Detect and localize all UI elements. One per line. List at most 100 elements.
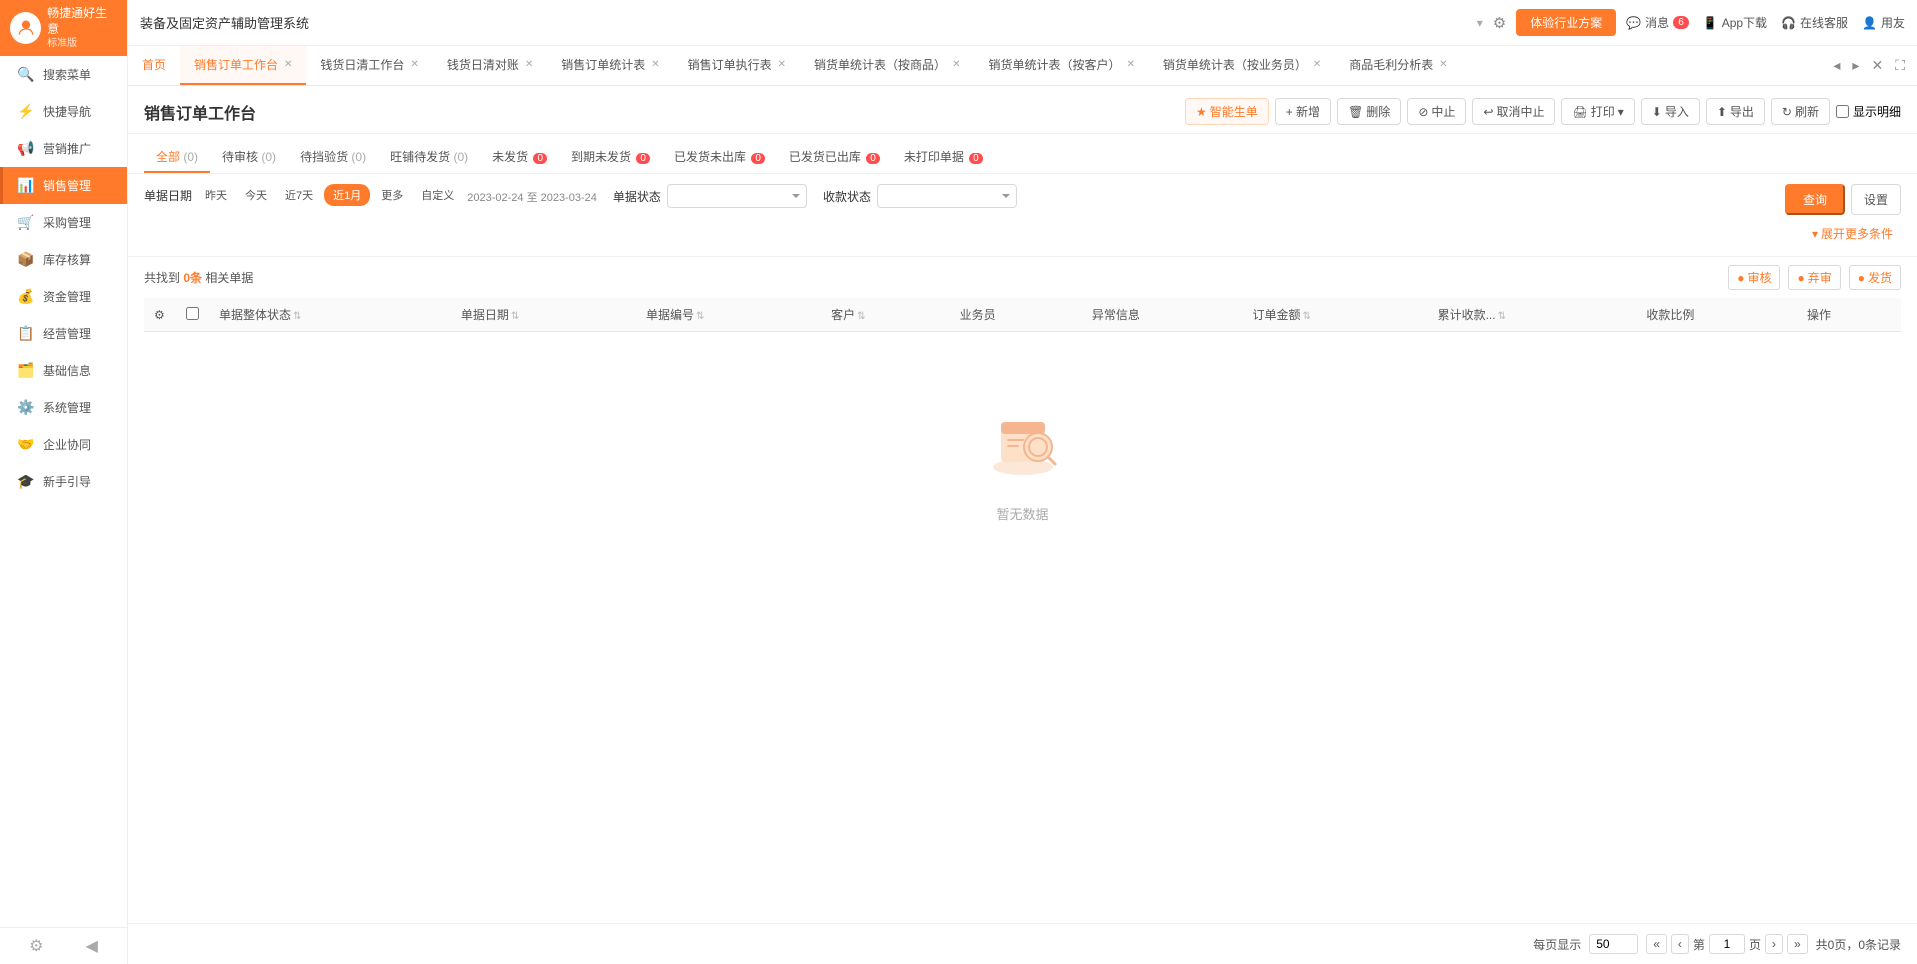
select-all-checkbox[interactable] bbox=[186, 307, 199, 320]
show-detail-toggle[interactable]: 显示明细 bbox=[1836, 103, 1901, 120]
app-download-btn[interactable]: 📱 App下载 bbox=[1703, 14, 1767, 31]
payment-filter-group: 收款状态 bbox=[823, 184, 1017, 208]
date-btn-yesterday[interactable]: 昨天 bbox=[198, 184, 234, 206]
sidebar-item-guide[interactable]: 🎓 新手引导 bbox=[0, 463, 127, 500]
message-btn[interactable]: 💬 消息 6 bbox=[1626, 14, 1689, 31]
payment-select[interactable] bbox=[877, 184, 1017, 208]
sidebar-item-base[interactable]: 🗂️ 基础信息 bbox=[0, 352, 127, 389]
table-toolbar: 共找到 0条 相关单据 ● 审核 ● 弃审 ● 发货 bbox=[128, 257, 1917, 298]
export-btn[interactable]: ⬆ 导出 bbox=[1706, 98, 1765, 125]
th-gear[interactable]: ⚙ bbox=[144, 298, 176, 332]
date-btn-today[interactable]: 今天 bbox=[238, 184, 274, 206]
tab-close-cash-reconcile[interactable]: ✕ bbox=[525, 59, 533, 70]
sidebar-item-collab[interactable]: 🤝 企业协同 bbox=[0, 426, 127, 463]
expand-filters-btn[interactable]: ▾ 展开更多条件 bbox=[1804, 221, 1901, 246]
sidebar-item-marketing[interactable]: 📢 营销推广 bbox=[0, 130, 127, 167]
filter-tab-not-printed[interactable]: 未打印单据 0 bbox=[892, 142, 995, 173]
tab-close-sales-stats[interactable]: ✕ bbox=[651, 59, 659, 70]
topbar-dropdown-arrow[interactable]: ▾ bbox=[1477, 16, 1483, 30]
tab-close-sales-workbench[interactable]: ✕ bbox=[284, 59, 292, 70]
date-btn-custom[interactable]: 自定义 bbox=[414, 184, 461, 206]
tab-sales-workbench[interactable]: 销售订单工作台 ✕ bbox=[180, 46, 306, 85]
sidebar-item-ops[interactable]: 📋 经营管理 bbox=[0, 315, 127, 352]
online-service-btn[interactable]: 🎧 在线客服 bbox=[1781, 14, 1848, 31]
page-suffix-label: 页 bbox=[1749, 936, 1761, 953]
page-number-input[interactable] bbox=[1709, 934, 1745, 954]
page-prev-btn[interactable]: ‹ bbox=[1671, 934, 1689, 954]
date-btn-1month[interactable]: 近1月 bbox=[324, 184, 370, 206]
tabs-nav-prev[interactable]: ◂ bbox=[1829, 55, 1844, 76]
th-abnormal: 异常信息 bbox=[1082, 298, 1243, 332]
filter-tab-expired-not-shipped[interactable]: 到期未发货 0 bbox=[559, 142, 662, 173]
filter-tab-all[interactable]: 全部 (0) bbox=[144, 142, 210, 173]
sidebar-item-sales[interactable]: 📊 销售管理 bbox=[0, 167, 127, 204]
sidebar-item-system[interactable]: ⚙️ 系统管理 bbox=[0, 389, 127, 426]
sidebar-item-search[interactable]: 🔍 搜索菜单 bbox=[0, 56, 127, 93]
setting-btn[interactable]: 设置 bbox=[1851, 184, 1901, 215]
sidebar-settings-btn[interactable]: ⚙ bbox=[29, 936, 43, 956]
smart-create-btn[interactable]: ★ 智能生单 bbox=[1185, 98, 1269, 125]
tab-close-sales-summary-client[interactable]: ✕ bbox=[1126, 59, 1134, 70]
sidebar-item-finance[interactable]: 💰 资金管理 bbox=[0, 278, 127, 315]
user-menu-btn[interactable]: 👤 用友 bbox=[1862, 14, 1905, 31]
date-range-display: 2023-02-24 至 2023-03-24 bbox=[467, 192, 597, 204]
review-btn[interactable]: ● 审核 bbox=[1728, 265, 1780, 290]
tab-close-goods-margin[interactable]: ✕ bbox=[1439, 59, 1447, 70]
refresh-btn[interactable]: ↻ 刷新 bbox=[1771, 98, 1830, 125]
main-area: 装备及固定资产辅助管理系统 ▾ ⚙ 体验行业方案 💬 消息 6 📱 App下载 … bbox=[128, 0, 1917, 964]
marketing-icon: 📢 bbox=[17, 140, 35, 157]
cancel-stop-btn[interactable]: ↩ 取消中止 bbox=[1472, 98, 1555, 125]
status-select[interactable] bbox=[667, 184, 807, 208]
sidebar: 畅捷通好生意 标准版 🔍 搜索菜单 ⚡ 快捷导航 📢 营销推广 📊 销售管理 🛒… bbox=[0, 0, 128, 964]
import-btn[interactable]: ⬇ 导入 bbox=[1641, 98, 1700, 125]
page-first-btn[interactable]: « bbox=[1646, 934, 1667, 954]
tab-cash-daily[interactable]: 钱货日清工作台 ✕ bbox=[306, 46, 432, 85]
date-btn-7days[interactable]: 近7天 bbox=[278, 184, 320, 206]
per-page-select[interactable]: 50 20 100 bbox=[1589, 934, 1638, 954]
tab-goods-margin[interactable]: 商品毛利分析表 ✕ bbox=[1335, 46, 1461, 85]
tabs-nav-next[interactable]: ▸ bbox=[1848, 55, 1863, 76]
tabs-nav: ◂ ▸ ✕ ⛶ bbox=[1821, 55, 1917, 76]
filter-tab-pending-review[interactable]: 待审核 (0) bbox=[210, 142, 288, 173]
stop-icon: ⊘ bbox=[1418, 105, 1428, 119]
stop-btn[interactable]: ⊘ 中止 bbox=[1407, 98, 1466, 125]
tab-close-sales-exec[interactable]: ✕ bbox=[778, 59, 786, 70]
tabs-close-all[interactable]: ✕ bbox=[1867, 55, 1887, 76]
filter-tab-shipped-not-out[interactable]: 已发货未出库 0 bbox=[662, 142, 777, 173]
tab-sales-stats[interactable]: 销售订单统计表 ✕ bbox=[547, 46, 673, 85]
add-btn[interactable]: + 新增 bbox=[1275, 98, 1331, 125]
th-number: 单据编号⇅ bbox=[636, 298, 821, 332]
tab-sales-exec[interactable]: 销售订单执行表 ✕ bbox=[674, 46, 800, 85]
filter-tab-not-shipped[interactable]: 未发货 0 bbox=[480, 142, 559, 173]
sidebar-item-purchase[interactable]: 🛒 采购管理 bbox=[0, 204, 127, 241]
tabs-maximize[interactable]: ⛶ bbox=[1891, 55, 1909, 76]
tab-sales-summary-product[interactable]: 销货单统计表（按商品） ✕ bbox=[800, 46, 974, 85]
tab-sales-summary-staff[interactable]: 销货单统计表（按业务员） ✕ bbox=[1149, 46, 1335, 85]
show-detail-checkbox[interactable] bbox=[1836, 105, 1849, 118]
delete-btn[interactable]: 🗑 删除 bbox=[1337, 98, 1401, 125]
page-last-btn[interactable]: » bbox=[1787, 934, 1808, 954]
tab-close-sales-summary-staff[interactable]: ✕ bbox=[1313, 59, 1321, 70]
purchase-icon: 🛒 bbox=[17, 214, 35, 231]
sidebar-item-quick[interactable]: ⚡ 快捷导航 bbox=[0, 93, 127, 130]
th-check[interactable] bbox=[176, 298, 209, 332]
tab-cash-reconcile[interactable]: 钱货日清对账 ✕ bbox=[433, 46, 547, 85]
industry-btn[interactable]: 体验行业方案 bbox=[1516, 9, 1616, 36]
topbar-gear-icon[interactable]: ⚙ bbox=[1493, 14, 1506, 32]
date-btn-more[interactable]: 更多 bbox=[374, 184, 410, 206]
page-next-btn[interactable]: › bbox=[1765, 934, 1783, 954]
collab-icon: 🤝 bbox=[17, 436, 35, 453]
ship-btn[interactable]: ● 发货 bbox=[1849, 265, 1901, 290]
tab-close-cash-daily[interactable]: ✕ bbox=[410, 59, 418, 70]
sidebar-collapse-btn[interactable]: ◀ bbox=[86, 936, 98, 956]
tab-home[interactable]: 首页 bbox=[128, 46, 180, 85]
sidebar-item-inventory[interactable]: 📦 库存核算 bbox=[0, 241, 127, 278]
filter-tab-pending-inspect[interactable]: 待挡验货 (0) bbox=[288, 142, 378, 173]
filter-tab-wangpu-ship[interactable]: 旺铺待发货 (0) bbox=[378, 142, 480, 173]
filter-tab-shipped-out[interactable]: 已发货已出库 0 bbox=[777, 142, 892, 173]
print-btn[interactable]: 🖨 打印 ▾ bbox=[1561, 98, 1634, 125]
cancel-review-btn[interactable]: ● 弃审 bbox=[1788, 265, 1840, 290]
tab-close-sales-summary-product[interactable]: ✕ bbox=[952, 59, 960, 70]
query-btn[interactable]: 查询 bbox=[1785, 184, 1845, 215]
tab-sales-summary-client[interactable]: 销货单统计表（按客户） ✕ bbox=[974, 46, 1148, 85]
